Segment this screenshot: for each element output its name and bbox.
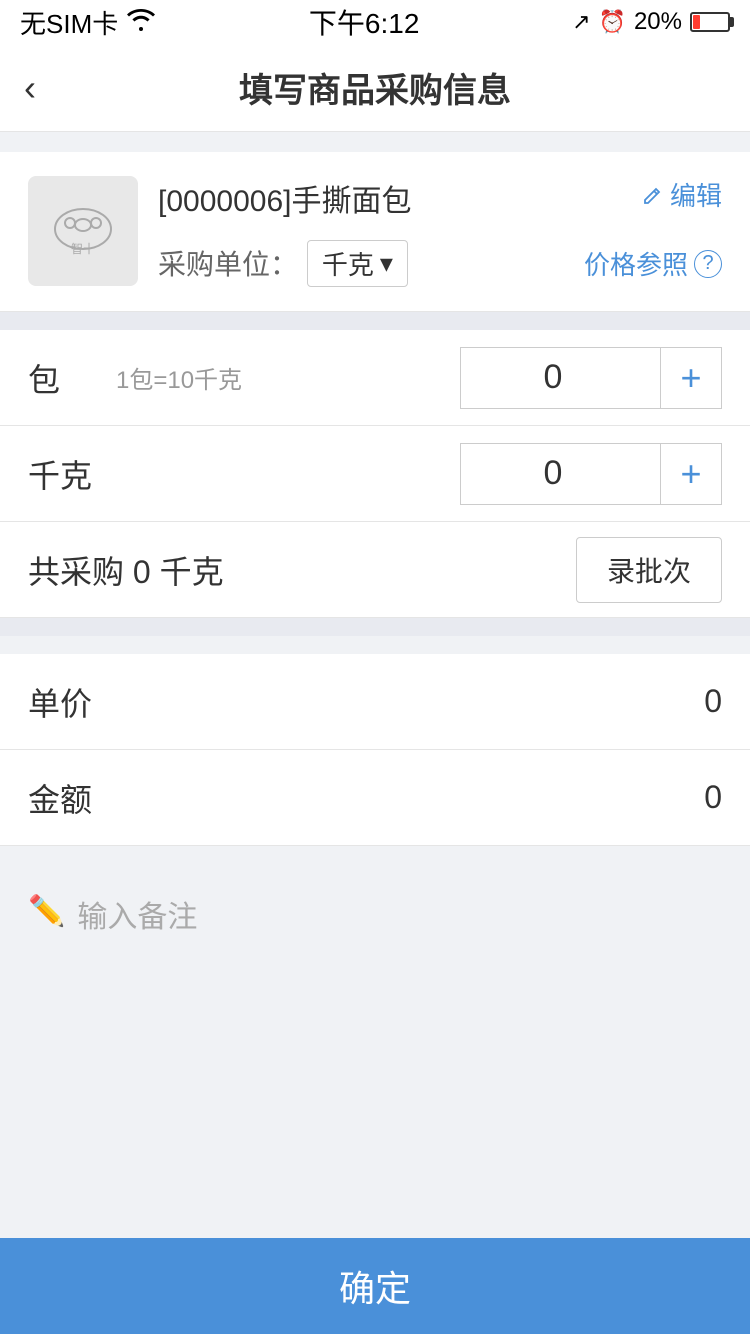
kg-quantity-input[interactable] [460,443,660,505]
product-image: 智十 [28,176,138,286]
battery-percent: 20% [634,8,682,36]
unit-price-value: 0 [704,683,722,720]
amount-row: 金额 0 [0,750,750,846]
edit-button[interactable]: 编辑 [642,176,722,213]
section-divider-2 [0,618,750,636]
back-button[interactable]: ‹ [24,67,36,109]
battery-icon [690,12,730,32]
product-card: 智十 [0000006]手撕面包 编辑 采购单位： [0,152,750,312]
location-icon: ↗ [572,9,590,35]
unit-label: 采购单位： 千克 ▾ [158,240,408,287]
page-title: 填写商品采购信息 [239,63,511,112]
bao-plus-button[interactable]: + [660,347,722,409]
remark-placeholder: 输入备注 [77,892,197,936]
status-time: 下午6:12 [309,2,420,42]
price-ref-help-icon: ? [694,250,722,278]
bao-input-row: 包 1包=10千克 + [0,330,750,426]
pencil-icon: ✏️ [28,894,65,929]
kg-plus-button[interactable]: + [660,443,722,505]
amount-value: 0 [704,779,722,816]
wifi-icon [126,7,156,38]
status-right: ↗ ⏰ 20% [572,8,730,36]
unit-price-row: 单价 0 [0,654,750,750]
status-left: 无SIM卡 [20,4,156,41]
empty-space [0,964,750,1238]
bao-label: 包 [28,355,108,401]
alarm-icon: ⏰ [599,9,626,35]
summary-row: 共采购 0 千克 录批次 [0,522,750,618]
nav-bar: ‹ 填写商品采购信息 [0,44,750,132]
unit-select[interactable]: 千克 ▾ [307,240,408,287]
svg-text:智十: 智十 [71,241,95,256]
unit-price-label: 单价 [28,679,92,725]
remark-area[interactable]: ✏️ 输入备注 [0,864,750,964]
info-section: 单价 0 金额 0 [0,654,750,846]
record-batch-button[interactable]: 录批次 [576,537,722,603]
price-ref-button[interactable]: 价格参照 ? [584,245,722,282]
carrier-label: 无SIM卡 [20,4,118,41]
bao-quantity-input[interactable] [460,347,660,409]
kg-input-row: 千克 + [0,426,750,522]
kg-label: 千克 [28,451,108,497]
quantity-input-section: 包 1包=10千克 + 千克 + [0,330,750,522]
product-name: [0000006]手撕面包 [158,176,642,220]
bao-sublabel: 1包=10千克 [116,360,242,395]
status-bar: 无SIM卡 下午6:12 ↗ ⏰ 20% [0,0,750,44]
section-divider-1 [0,312,750,330]
amount-label: 金额 [28,775,92,821]
confirm-button[interactable]: 确定 [0,1238,750,1334]
dropdown-icon: ▾ [380,248,393,279]
product-info: [0000006]手撕面包 编辑 采购单位： 千克 ▾ [158,176,722,287]
summary-text: 共采购 0 千克 [28,547,224,593]
